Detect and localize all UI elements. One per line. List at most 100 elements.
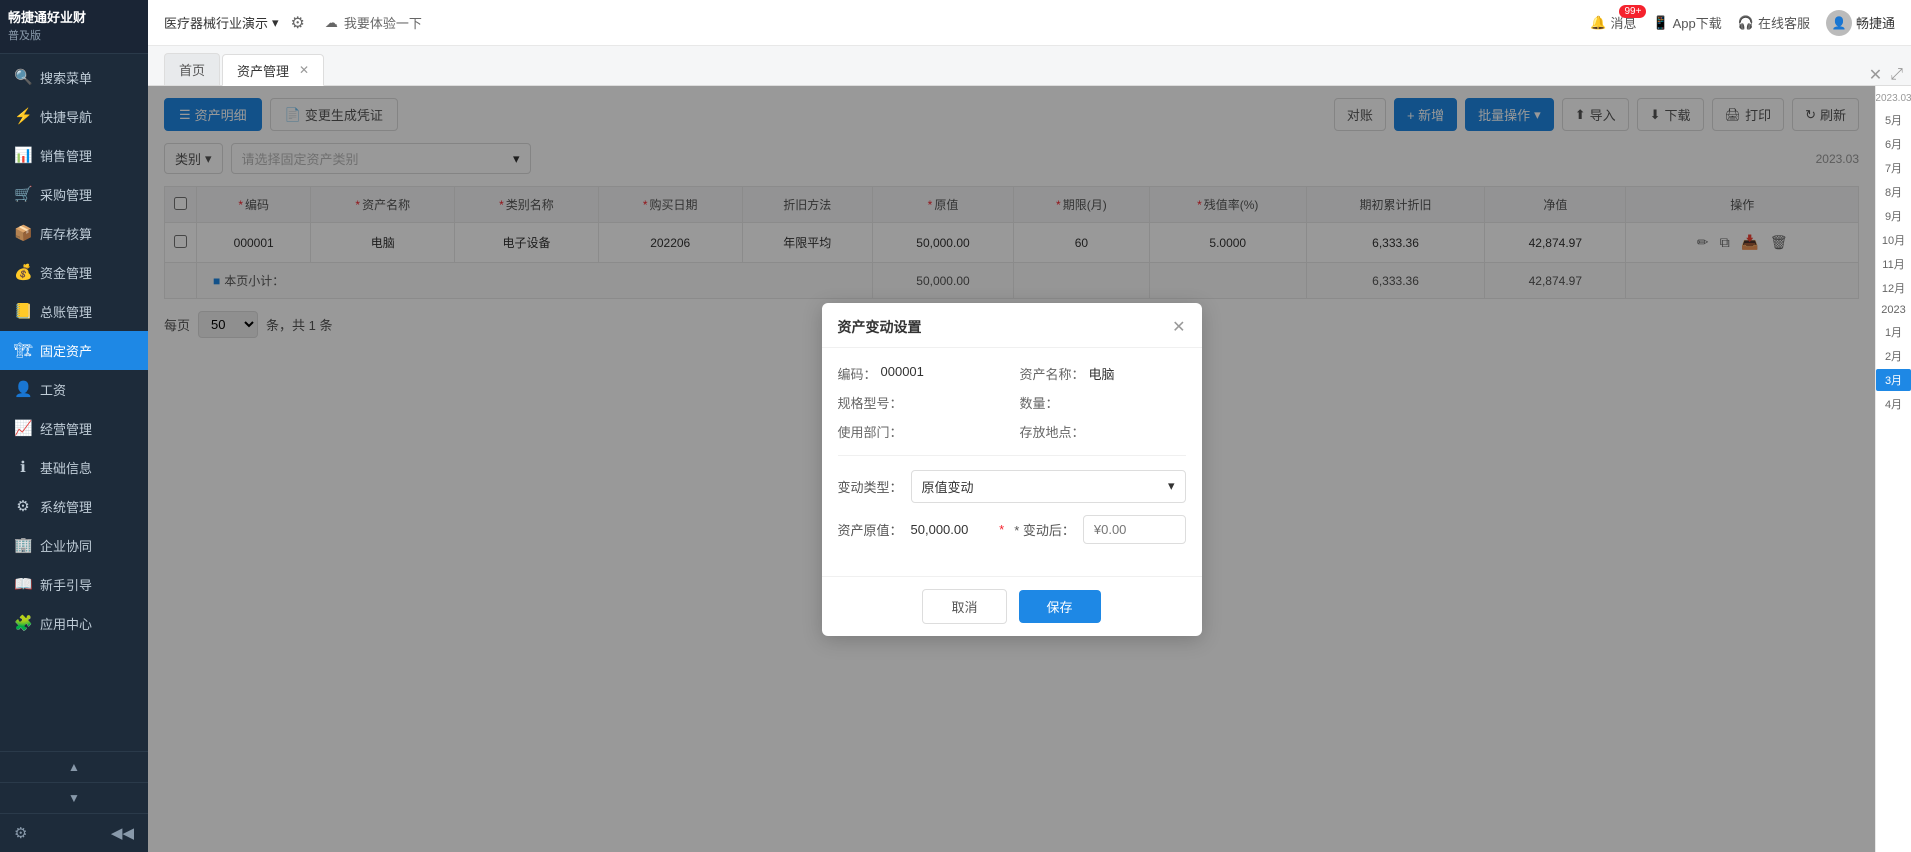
sidebar-item-搜索菜单[interactable]: 🔍 搜索菜单 bbox=[0, 58, 148, 97]
save-btn[interactable]: 保存 bbox=[1019, 590, 1101, 623]
collapse-icon[interactable]: ◀◀ bbox=[111, 824, 134, 842]
sidebar-item-应用中心[interactable]: 🧩应用中心 bbox=[0, 604, 148, 643]
cloud-icon: ☁ bbox=[325, 15, 338, 31]
sidebar-icon: 📊 bbox=[14, 146, 32, 164]
sidebar-item-label: 采购管理 bbox=[40, 185, 92, 204]
company-dropdown-icon: ▾ bbox=[272, 15, 279, 31]
sidebar-item-label: 固定资产 bbox=[40, 341, 92, 360]
original-value-display: 50,000.00 bbox=[911, 522, 992, 537]
online-service-btn[interactable]: 🎧 在线客服 bbox=[1738, 13, 1810, 32]
dialog-asset-name: 资产名称： 电脑 bbox=[1020, 364, 1186, 383]
sidebar-item-label: 销售管理 bbox=[40, 146, 92, 165]
original-value-label: 资产原值： bbox=[838, 520, 903, 539]
calendar-month-1月[interactable]: 1月 bbox=[1876, 321, 1911, 343]
sidebar-item-快捷导航[interactable]: ⚡快捷导航 bbox=[0, 97, 148, 136]
calendar-month-3月[interactable]: 3月 bbox=[1876, 369, 1911, 391]
sidebar-icon: 📦 bbox=[14, 224, 32, 242]
tabbar: 首页 资产管理 ✕ ✕ ⤢ bbox=[148, 46, 1911, 86]
sidebar-item-新手引导[interactable]: 📖新手引导 bbox=[0, 565, 148, 604]
topbar-right: 🔔 消息 99+ 📱 App下载 🎧 在线客服 👤 畅捷通 bbox=[1590, 10, 1895, 36]
modal-overlay: 资产变动设置 ✕ 编码： 000001 资产名称： bbox=[148, 86, 1875, 852]
calendar-month-12月[interactable]: 12月 bbox=[1876, 277, 1911, 299]
sidebar-item-库存核算[interactable]: 📦 库存核算 bbox=[0, 214, 148, 253]
sidebar-item-label: 应用中心 bbox=[40, 614, 92, 633]
sidebar-footer: ⚙ ◀◀ bbox=[0, 813, 148, 852]
calendar-month-5月[interactable]: 5月 bbox=[1876, 109, 1911, 131]
calendar-month-9月[interactable]: 9月 bbox=[1876, 205, 1911, 227]
tab-home[interactable]: 首页 bbox=[164, 53, 220, 85]
sidebar-item-label: 经营管理 bbox=[40, 419, 92, 438]
sidebar-icon: 👤 bbox=[14, 380, 32, 398]
sidebar-item-工资[interactable]: 👤 工资 bbox=[0, 370, 148, 409]
calendar-month-6月[interactable]: 6月 bbox=[1876, 133, 1911, 155]
sidebar-item-企业协同[interactable]: 🏢 企业协同 bbox=[0, 526, 148, 565]
sidebar-item-基础信息[interactable]: ℹ基础信息 bbox=[0, 448, 148, 487]
sidebar-item-label: 搜索菜单 bbox=[40, 68, 92, 87]
sidebar-icon: 📒 bbox=[14, 302, 32, 320]
dialog-body: 编码： 000001 资产名称： 电脑 规格型号： bbox=[822, 348, 1202, 576]
calendar-strip: 2023.03 5月6月7月8月9月10月11月12月 2023 1月2月3月4月 bbox=[1875, 86, 1911, 852]
app-download-btn[interactable]: 📱 App下载 bbox=[1652, 13, 1721, 32]
sidebar-item-label: 库存核算 bbox=[40, 224, 92, 243]
sidebar-item-销售管理[interactable]: 📊 销售管理 bbox=[0, 136, 148, 175]
dialog-divider bbox=[838, 455, 1186, 456]
dialog-footer: 取消 保存 bbox=[822, 576, 1202, 636]
sidebar-item-资金管理[interactable]: 💰资金管理 bbox=[0, 253, 148, 292]
tab-close-icon[interactable]: ✕ bbox=[299, 63, 309, 77]
window-expand-btn[interactable]: ⤢ bbox=[1890, 66, 1903, 84]
after-change-label: * 变动后： bbox=[1014, 520, 1075, 539]
sidebar-item-label: 基础信息 bbox=[40, 458, 92, 477]
settings-icon[interactable]: ⚙ bbox=[14, 824, 27, 842]
content-main: ☰ 资产明细 📄 变更生成凭证 对账 + 新增 批量操作 ▾ bbox=[148, 86, 1875, 852]
notification-btn[interactable]: 🔔 消息 99+ bbox=[1590, 13, 1636, 32]
user-name: 畅捷通 bbox=[1856, 13, 1895, 32]
sidebar-item-label: 工资 bbox=[40, 380, 66, 399]
calendar-month-10月[interactable]: 10月 bbox=[1876, 229, 1911, 251]
sidebar-item-label: 企业协同 bbox=[40, 536, 92, 555]
sidebar-item-固定资产[interactable]: 🏗 固定资产 bbox=[0, 331, 148, 370]
tab-asset-label: 资产管理 bbox=[237, 61, 289, 80]
calendar-month-4月[interactable]: 4月 bbox=[1876, 393, 1911, 415]
dialog-spec: 规格型号： bbox=[838, 393, 1004, 412]
experience-btn[interactable]: ☁ 我要体验一下 bbox=[325, 13, 422, 32]
window-close-btn[interactable]: ✕ bbox=[1869, 65, 1882, 85]
settings-gear-icon[interactable]: ⚙ bbox=[291, 13, 305, 33]
sidebar-item-总账管理[interactable]: 📒总账管理 bbox=[0, 292, 148, 331]
calendar-month-2023[interactable]: 2023 bbox=[1876, 301, 1911, 319]
dialog-change-type-row: 变动类型： 原值变动 ▾ bbox=[838, 470, 1186, 503]
dialog-quantity: 数量： bbox=[1020, 393, 1186, 412]
company-name: 医疗器械行业演示 bbox=[164, 13, 268, 32]
change-type-value: 原值变动 bbox=[922, 477, 974, 496]
sidebar: 畅捷通好业财 普及版 🔍搜索菜单⚡快捷导航📊销售管理🛒采购管理📦库存核算💰资金管… bbox=[0, 0, 148, 852]
sidebar-item-采购管理[interactable]: 🛒采购管理 bbox=[0, 175, 148, 214]
sidebar-item-系统管理[interactable]: ⚙系统管理 bbox=[0, 487, 148, 526]
notification-badge: 99+ bbox=[1619, 5, 1646, 18]
user-menu[interactable]: 👤 畅捷通 bbox=[1826, 10, 1895, 36]
cancel-btn[interactable]: 取消 bbox=[922, 589, 1006, 624]
dialog-location: 存放地点： bbox=[1020, 422, 1186, 441]
company-selector[interactable]: 医疗器械行业演示 ▾ bbox=[164, 13, 279, 32]
sidebar-icon: 🔍 bbox=[14, 68, 32, 86]
sidebar-scroll-down[interactable]: ▼ bbox=[66, 789, 82, 807]
sidebar-scroll-up[interactable]: ▲ bbox=[66, 758, 82, 776]
calendar-month-11月[interactable]: 11月 bbox=[1876, 253, 1911, 275]
sidebar-nav: 🔍 搜索菜单 ⚡快捷导航 📊 销售管理 🛒采购管理 📦 库存核算 💰资金管理📒总账管理 🏗 固定资产… bbox=[0, 54, 148, 751]
cal-year-label: 2023.03 bbox=[1875, 90, 1911, 107]
avatar: 👤 bbox=[1826, 10, 1852, 36]
change-type-select[interactable]: 原值变动 ▾ bbox=[911, 470, 1186, 503]
tab-asset-management[interactable]: 资产管理 ✕ bbox=[222, 54, 324, 86]
app-logo: 畅捷通好业财 bbox=[8, 10, 86, 27]
calendar-month-8月[interactable]: 8月 bbox=[1876, 181, 1911, 203]
calendar-month-7月[interactable]: 7月 bbox=[1876, 157, 1911, 179]
sidebar-item-经营管理[interactable]: 📈经营管理 bbox=[0, 409, 148, 448]
after-change-input[interactable] bbox=[1083, 515, 1186, 544]
sidebar-icon: 💰 bbox=[14, 263, 32, 281]
sidebar-item-label: 系统管理 bbox=[40, 497, 92, 516]
sidebar-icon: 🏢 bbox=[14, 536, 32, 554]
content-area: ☰ 资产明细 📄 变更生成凭证 对账 + 新增 批量操作 ▾ bbox=[148, 86, 1911, 852]
dialog-code: 编码： 000001 bbox=[838, 364, 1004, 383]
sidebar-icon: 🏗 bbox=[14, 341, 32, 359]
dialog-dept: 使用部门： bbox=[838, 422, 1004, 441]
calendar-month-2月[interactable]: 2月 bbox=[1876, 345, 1911, 367]
dialog-close-btn[interactable]: ✕ bbox=[1172, 317, 1185, 337]
